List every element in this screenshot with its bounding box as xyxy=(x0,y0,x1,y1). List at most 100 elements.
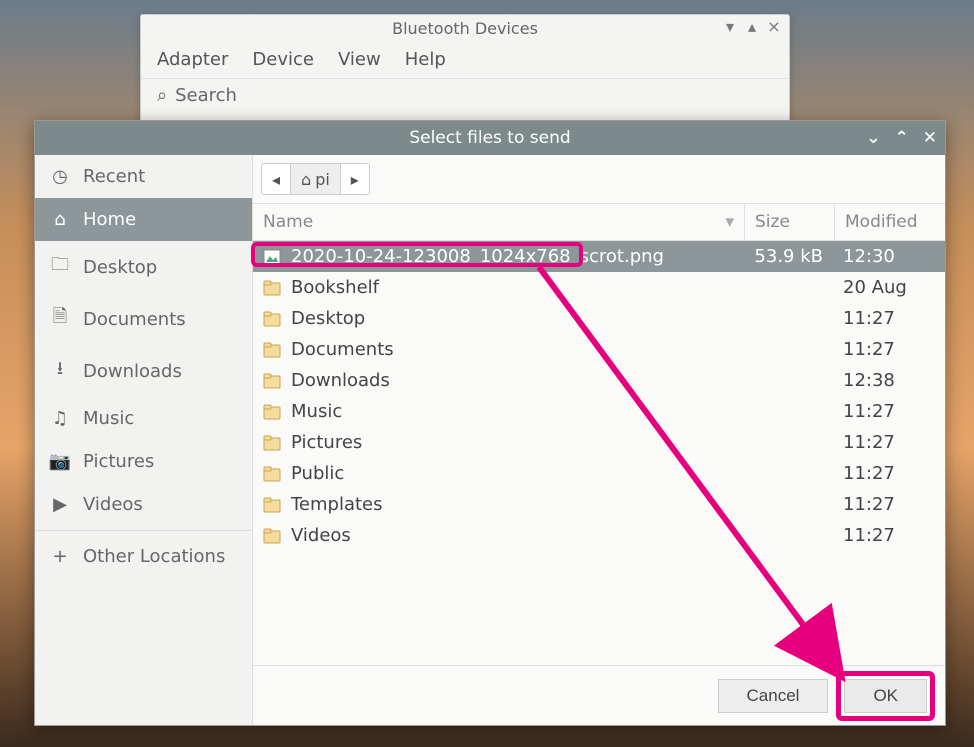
file-row[interactable]: Videos 11:27 xyxy=(253,520,945,551)
sort-desc-icon: ▾ xyxy=(725,212,734,232)
file-size: 53.9 kB xyxy=(745,246,835,267)
file-row[interactable]: Templates 11:27 xyxy=(253,489,945,520)
sidebar-item-downloads[interactable]: ⭳ Downloads xyxy=(35,345,252,397)
file-modified: 11:27 xyxy=(835,525,945,546)
dialog-close-icon[interactable]: ✕ xyxy=(923,128,937,148)
folder-icon xyxy=(263,341,281,359)
file-name: Music xyxy=(291,401,342,422)
file-modified: 11:27 xyxy=(835,401,945,422)
folder-icon xyxy=(263,527,281,545)
file-name: Public xyxy=(291,463,344,484)
sidebar-item-recent[interactable]: ◷ Recent xyxy=(35,155,252,198)
folder-icon xyxy=(263,279,281,297)
file-modified: 11:27 xyxy=(835,463,945,484)
sidebar-item-pictures[interactable]: 📷 Pictures xyxy=(35,440,252,483)
bt-menu-view[interactable]: View xyxy=(338,49,381,70)
bt-close-icon[interactable]: × xyxy=(765,17,783,36)
file-name: Downloads xyxy=(291,370,390,391)
header-name-label: Name xyxy=(263,212,313,232)
search-icon: ⌕ xyxy=(157,85,167,106)
clock-icon: ◷ xyxy=(49,166,71,187)
file-name: Bookshelf xyxy=(291,277,379,298)
file-name: Videos xyxy=(291,525,351,546)
file-list[interactable]: 2020-10-24-123008_1024x768_scrot.png 53.9… xyxy=(253,241,945,665)
cancel-button[interactable]: Cancel xyxy=(718,679,829,713)
file-row[interactable]: Documents 11:27 xyxy=(253,334,945,365)
bt-toolbar: ⌕ Search xyxy=(141,78,789,112)
list-header: Name ▾ Size Modified xyxy=(253,203,945,241)
bt-maximize-icon[interactable]: ▴ xyxy=(743,17,761,36)
image-file-icon xyxy=(263,248,281,266)
path-segment-home[interactable]: ⌂ pi xyxy=(291,163,340,195)
file-modified: 11:27 xyxy=(835,494,945,515)
sidebar-item-label: Recent xyxy=(83,166,145,187)
camera-icon: 📷 xyxy=(49,451,71,472)
bt-title: Bluetooth Devices xyxy=(392,19,538,38)
sidebar-item-music[interactable]: ♫ Music xyxy=(35,397,252,440)
bt-menu-adapter[interactable]: Adapter xyxy=(157,49,228,70)
file-modified: 11:27 xyxy=(835,308,945,329)
folder-icon xyxy=(263,465,281,483)
sidebar-item-documents[interactable]: 🗎Documents xyxy=(35,293,252,345)
sidebar-item-home[interactable]: ⌂ Home xyxy=(35,198,252,241)
file-modified: 11:27 xyxy=(835,432,945,453)
sidebar-item-label: Home xyxy=(83,209,136,230)
header-modified-label: Modified xyxy=(845,212,918,232)
sidebar-item-label: Videos xyxy=(83,494,143,515)
dialog-footer: Cancel OK xyxy=(253,665,945,725)
path-back-button[interactable]: ◂ xyxy=(261,163,291,195)
file-chooser-dialog: Select files to send ⌄ ⌃ ✕ ◷ Recent ⌂ Home 🗀… xyxy=(34,120,946,726)
sidebar-item-desktop[interactable]: 🗀 Desktop xyxy=(35,241,252,293)
header-name[interactable]: Name ▾ xyxy=(253,204,745,240)
video-icon: ▶ xyxy=(49,494,71,515)
dialog-title: Select files to send xyxy=(409,128,570,148)
main-panel: ◂ ⌂ pi ▸ Name ▾ Size Modified 2020-10-24… xyxy=(253,155,945,725)
bt-minimize-icon[interactable]: ▾ xyxy=(721,17,739,36)
dialog-titlebar: Select files to send ⌄ ⌃ ✕ xyxy=(35,121,945,155)
file-modified: 11:27 xyxy=(835,339,945,360)
sidebar-item-other-locations[interactable]: +Other Locations xyxy=(35,535,252,578)
file-row[interactable]: Music 11:27 xyxy=(253,396,945,427)
music-icon: ♫ xyxy=(49,408,71,429)
file-row[interactable]: Pictures11:27 xyxy=(253,427,945,458)
file-modified: 12:38 xyxy=(835,370,945,391)
header-size[interactable]: Size xyxy=(745,204,835,240)
sidebar: ◷ Recent ⌂ Home 🗀 Desktop 🗎Documents ⭳ Downloads… xyxy=(35,155,253,725)
dialog-minimize-icon[interactable]: ⌄ xyxy=(866,128,880,148)
home-icon: ⌂ xyxy=(49,209,71,230)
path-forward-button[interactable]: ▸ xyxy=(340,163,370,195)
file-row[interactable]: Public 11:27 xyxy=(253,458,945,489)
download-icon: ⭳ xyxy=(49,356,71,386)
bt-menu-device[interactable]: Device xyxy=(252,49,314,70)
bt-menubar: Adapter Device View Help xyxy=(141,41,789,78)
file-modified: 12:30 xyxy=(835,246,945,267)
dialog-maximize-icon[interactable]: ⌃ xyxy=(895,128,909,148)
home-icon: ⌂ xyxy=(301,170,311,189)
bt-menu-help[interactable]: Help xyxy=(405,49,446,70)
file-row[interactable]: Downloads 12:38 xyxy=(253,365,945,396)
sidebar-item-label: Other Locations xyxy=(83,546,225,567)
file-row[interactable]: Desktop 11:27 xyxy=(253,303,945,334)
folder-icon: 🗀 xyxy=(49,252,71,282)
file-name: 2020-10-24-123008_1024x768_scrot.png xyxy=(291,246,664,267)
sidebar-item-videos[interactable]: ▶ Videos xyxy=(35,483,252,526)
ok-button-label: OK xyxy=(873,686,898,705)
file-modified: 20 Aug xyxy=(835,277,945,298)
cancel-button-label: Cancel xyxy=(747,686,800,705)
file-name: Templates xyxy=(291,494,383,515)
file-name: Documents xyxy=(291,339,394,360)
sidebar-item-label: Pictures xyxy=(83,451,154,472)
bt-tool-search[interactable]: Search xyxy=(175,85,237,106)
header-size-label: Size xyxy=(755,212,790,232)
header-modified[interactable]: Modified xyxy=(835,204,945,240)
sidebar-item-label: Music xyxy=(83,408,134,429)
file-row[interactable]: 2020-10-24-123008_1024x768_scrot.png 53.9… xyxy=(253,241,945,272)
file-name: Desktop xyxy=(291,308,365,329)
folder-icon xyxy=(263,496,281,514)
sidebar-item-label: Documents xyxy=(83,309,186,330)
sidebar-item-label: Desktop xyxy=(83,257,157,278)
sidebar-item-label: Downloads xyxy=(83,361,182,382)
ok-button[interactable]: OK xyxy=(844,679,927,713)
file-row[interactable]: Bookshelf 20 Aug xyxy=(253,272,945,303)
folder-icon xyxy=(263,310,281,328)
